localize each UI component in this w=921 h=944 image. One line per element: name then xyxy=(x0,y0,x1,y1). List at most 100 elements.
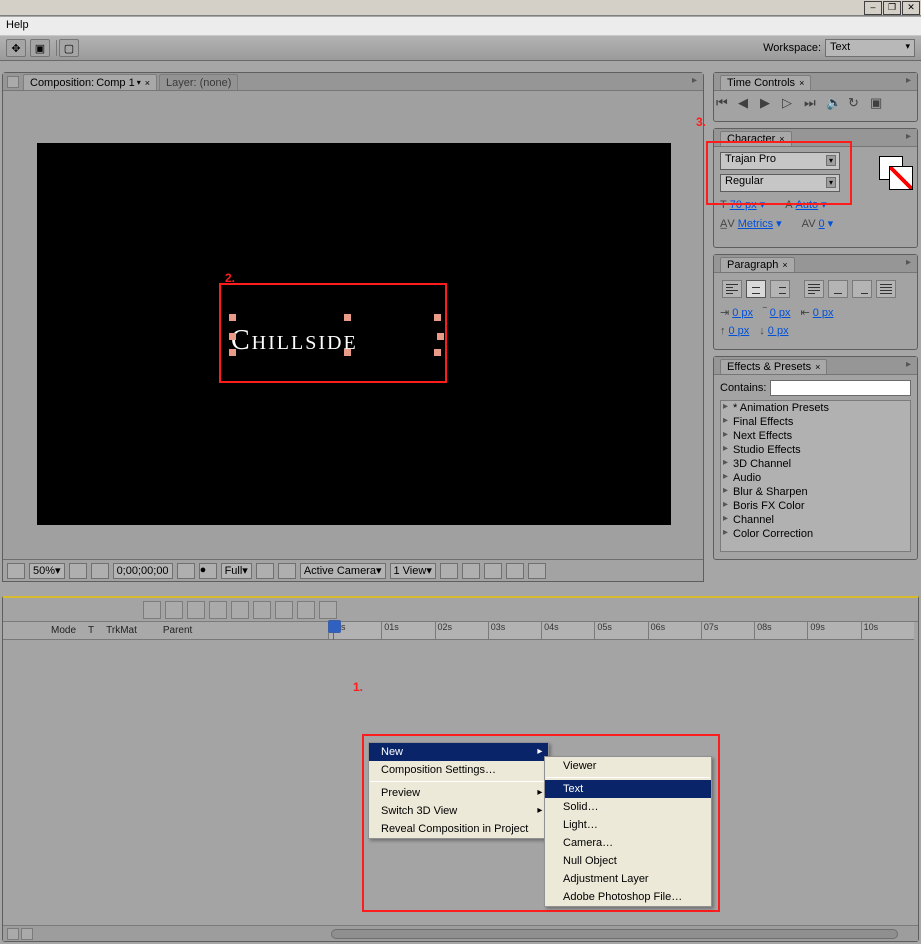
tab-layer[interactable]: Layer: (none) xyxy=(159,74,238,90)
justify-all-icon[interactable] xyxy=(876,280,896,298)
status-icon[interactable] xyxy=(256,563,274,579)
effects-search-input[interactable] xyxy=(770,380,911,396)
menu-item[interactable]: Null Object xyxy=(545,852,711,870)
col-t[interactable]: T xyxy=(88,625,94,636)
panel-square-icon[interactable] xyxy=(7,76,19,88)
timeline-tool-icon[interactable] xyxy=(209,601,227,619)
menu-item[interactable]: Viewer xyxy=(545,757,711,775)
font-size-field[interactable]: T 70 px ▾ xyxy=(720,198,765,211)
transform-handle[interactable] xyxy=(229,349,236,356)
tool-icon[interactable]: ✥ xyxy=(6,39,26,57)
indent-left-field[interactable]: ⇥0 px xyxy=(720,306,753,319)
tab-effects-presets[interactable]: Effects & Presets × xyxy=(720,359,827,374)
effects-category-item[interactable]: Blur & Sharpen xyxy=(721,485,910,499)
timeline-tool-icon[interactable] xyxy=(187,601,205,619)
timeline-switch-icon[interactable] xyxy=(7,928,19,940)
close-button[interactable]: ✕ xyxy=(902,1,920,15)
col-mode[interactable]: Mode xyxy=(51,625,76,636)
resolution-dropdown[interactable]: Full ▾ xyxy=(221,563,252,579)
timeline-tool-icon[interactable] xyxy=(165,601,183,619)
space-after-field[interactable]: ↓0 px xyxy=(759,325,788,337)
camera-dropdown[interactable]: Active Camera ▾ xyxy=(300,563,386,579)
views-dropdown[interactable]: 1 View ▾ xyxy=(390,563,436,579)
status-icon[interactable] xyxy=(7,563,25,579)
transform-handle[interactable] xyxy=(229,314,236,321)
font-style-dropdown[interactable]: Regular xyxy=(720,174,840,192)
tool-icon[interactable]: ▢ xyxy=(59,39,79,57)
status-icon[interactable] xyxy=(528,563,546,579)
loop-icon[interactable]: ↻ xyxy=(848,95,862,109)
timeline-tool-icon[interactable] xyxy=(253,601,271,619)
effects-category-item[interactable]: * Animation Presets xyxy=(721,401,910,415)
transform-handle[interactable] xyxy=(434,314,441,321)
menu-item[interactable]: New xyxy=(369,743,548,761)
status-icon[interactable] xyxy=(440,563,458,579)
effects-category-item[interactable]: Boris FX Color xyxy=(721,499,910,513)
tab-dropdown-icon[interactable]: ▾ xyxy=(137,78,141,87)
font-family-dropdown[interactable]: Trajan Pro xyxy=(720,152,840,170)
leading-field[interactable]: A Auto ▾ xyxy=(785,198,827,211)
space-before-field[interactable]: ↑0 px xyxy=(720,325,749,337)
menu-bar[interactable]: Help xyxy=(0,17,921,35)
tab-close-icon[interactable]: × xyxy=(145,78,150,88)
timecode-field[interactable]: 0;00;00;00 xyxy=(113,563,173,579)
effects-category-item[interactable]: Channel xyxy=(721,513,910,527)
status-icon[interactable] xyxy=(177,563,195,579)
prev-frame-icon[interactable]: ◀ xyxy=(738,95,752,109)
align-right-icon[interactable] xyxy=(770,280,790,298)
effects-list[interactable]: * Animation PresetsFinal EffectsNext Eff… xyxy=(720,400,911,552)
status-icon[interactable] xyxy=(462,563,480,579)
effects-category-item[interactable]: Color Correction xyxy=(721,527,910,541)
status-icon[interactable] xyxy=(278,563,296,579)
transform-handle[interactable] xyxy=(229,333,236,340)
transform-handle[interactable] xyxy=(437,333,444,340)
menu-help[interactable]: Help xyxy=(6,19,29,31)
transform-handle[interactable] xyxy=(344,349,351,356)
kerning-field[interactable]: A̲V Metrics ▾ xyxy=(720,217,782,230)
text-layer-chillside[interactable]: Chillside xyxy=(231,325,358,357)
tab-close-icon[interactable]: × xyxy=(782,260,787,270)
workspace-dropdown[interactable]: Text xyxy=(825,39,915,57)
status-icon[interactable] xyxy=(91,563,109,579)
menu-item[interactable]: Solid… xyxy=(545,798,711,816)
effects-category-item[interactable]: Studio Effects xyxy=(721,443,910,457)
effects-category-item[interactable]: Audio xyxy=(721,471,910,485)
maximize-button[interactable]: ❐ xyxy=(883,1,901,15)
justify-right-icon[interactable] xyxy=(852,280,872,298)
menu-item[interactable]: Adobe Photoshop File… xyxy=(545,888,711,906)
effects-category-item[interactable]: Final Effects xyxy=(721,415,910,429)
menu-item[interactable]: Text xyxy=(545,780,711,798)
transform-handle[interactable] xyxy=(434,349,441,356)
menu-item[interactable]: Camera… xyxy=(545,834,711,852)
timeline-tool-icon[interactable] xyxy=(231,601,249,619)
status-icon[interactable] xyxy=(506,563,524,579)
audio-icon[interactable]: 🔈 xyxy=(826,95,840,109)
align-left-icon[interactable] xyxy=(722,280,742,298)
stroke-color-icon[interactable] xyxy=(889,166,913,190)
ram-preview-icon[interactable]: ▣ xyxy=(870,95,884,109)
viewer-area[interactable]: 2. Chillside xyxy=(9,95,697,551)
timeline-ruler[interactable]: 00s01s02s03s04s05s06s07s08s09s10s xyxy=(328,622,914,640)
timeline-tool-icon[interactable] xyxy=(319,601,337,619)
justify-center-icon[interactable] xyxy=(828,280,848,298)
tab-close-icon[interactable]: × xyxy=(779,134,784,144)
status-icon[interactable]: ● xyxy=(199,563,217,579)
timeline-tool-icon[interactable] xyxy=(297,601,315,619)
play-icon[interactable]: ▶ xyxy=(760,95,774,109)
timeline-switch-icon[interactable] xyxy=(21,928,33,940)
tool-icon[interactable]: ▣ xyxy=(30,39,50,57)
tab-paragraph[interactable]: Paragraph × xyxy=(720,257,795,272)
next-frame-icon[interactable]: ▷ xyxy=(782,95,796,109)
color-swatch[interactable] xyxy=(875,152,913,194)
status-icon[interactable] xyxy=(69,563,87,579)
indent-firstline-field[interactable]: ‾0 px xyxy=(763,306,790,319)
timeline-tool-icon[interactable] xyxy=(143,601,161,619)
timeline-tool-icon[interactable] xyxy=(275,601,293,619)
indent-right-field[interactable]: ⇤0 px xyxy=(800,306,833,319)
tab-close-icon[interactable]: × xyxy=(799,78,804,88)
col-trkmat[interactable]: TrkMat xyxy=(106,625,137,636)
timeline-zoom-scrollbar[interactable] xyxy=(331,929,898,939)
menu-item[interactable]: Light… xyxy=(545,816,711,834)
effects-category-item[interactable]: Next Effects xyxy=(721,429,910,443)
menu-item[interactable]: Preview xyxy=(369,784,548,802)
